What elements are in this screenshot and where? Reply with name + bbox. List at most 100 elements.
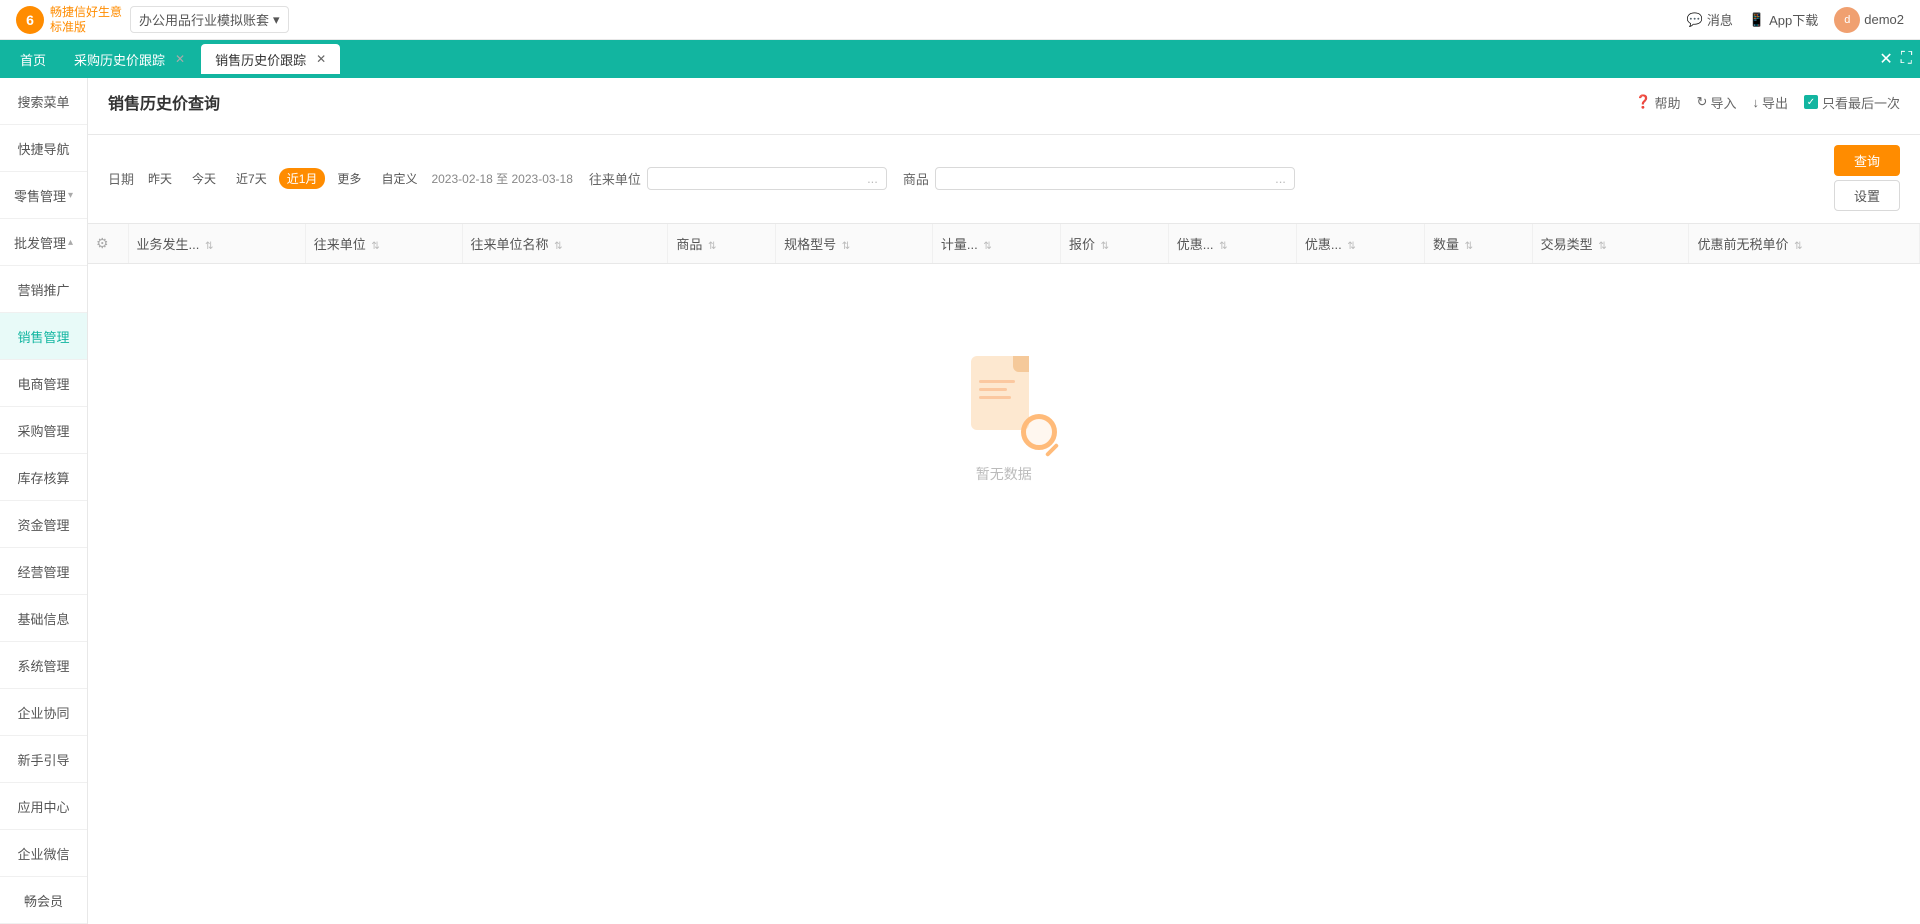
th-spec[interactable]: 规格型号 ⇅ bbox=[776, 224, 933, 264]
sidebar-item-purchase-mgmt[interactable]: 采购管理 bbox=[0, 407, 87, 454]
sidebar-label-enterprise: 企业协同 bbox=[17, 703, 69, 722]
sidebar-item-inventory[interactable]: 库存核算 bbox=[0, 454, 87, 501]
th-trade-type-label: 交易类型 bbox=[1541, 237, 1593, 252]
sidebar-item-ecommerce[interactable]: 电商管理 bbox=[0, 360, 87, 407]
th-quote[interactable]: 报价 ⇅ bbox=[1061, 224, 1169, 264]
help-btn[interactable]: ❓ 帮助 bbox=[1635, 93, 1680, 112]
user-name: demo2 bbox=[1864, 12, 1904, 27]
date-btn-custom[interactable]: 自定义 bbox=[373, 168, 425, 189]
th-product[interactable]: 商品 ⇅ bbox=[668, 224, 776, 264]
product-input[interactable]: ... bbox=[935, 167, 1295, 190]
sort-icon-biz-date: ⇅ bbox=[205, 241, 213, 252]
user-profile[interactable]: d demo2 bbox=[1834, 7, 1904, 33]
sidebar-item-search-menu[interactable]: 搜索菜单 bbox=[0, 78, 87, 125]
sidebar-item-system[interactable]: 系统管理 bbox=[0, 642, 87, 689]
date-btn-yesterday[interactable]: 昨天 bbox=[140, 168, 180, 189]
setting-button[interactable]: 设置 bbox=[1834, 180, 1900, 211]
logo-text: 畅捷信好生意 标准版 bbox=[50, 5, 122, 34]
th-biz-date[interactable]: 业务发生... ⇅ bbox=[128, 224, 305, 264]
tab-sales[interactable]: 销售历史价跟踪 ✕ bbox=[201, 44, 340, 74]
wholesale-wrap: 批发管理 ▴ bbox=[14, 233, 73, 252]
import-btn[interactable]: ↻ 导入 bbox=[1697, 93, 1737, 112]
doc-line2 bbox=[979, 388, 1007, 391]
sort-icon-discount2: ⇅ bbox=[1347, 241, 1355, 252]
th-discount1-label: 优惠... bbox=[1177, 237, 1214, 252]
th-discount1[interactable]: 优惠... ⇅ bbox=[1168, 224, 1296, 264]
message-icon: 💬 bbox=[1687, 12, 1703, 28]
th-unit-label: 计量... bbox=[941, 237, 978, 252]
app-selector[interactable]: 办公用品行业模拟账套 ▾ bbox=[130, 6, 289, 33]
tab-home[interactable]: 首页 bbox=[8, 50, 58, 69]
sidebar-item-basic-info[interactable]: 基础信息 bbox=[0, 595, 87, 642]
sort-icon-spec: ⇅ bbox=[842, 241, 850, 252]
tab-sales-label: 销售历史价跟踪 bbox=[215, 50, 306, 69]
top-bar: 6 畅捷信好生意 标准版 办公用品行业模拟账套 ▾ 💬 消息 📱 App下载 d… bbox=[0, 0, 1920, 40]
sidebar-item-operation[interactable]: 经营管理 bbox=[0, 548, 87, 595]
sidebar-label-basic-info: 基础信息 bbox=[17, 609, 69, 628]
sort-icon-partner-code: ⇅ bbox=[371, 241, 379, 252]
sidebar-item-retail[interactable]: 零售管理 ▾ bbox=[0, 172, 87, 219]
chevron-down-icon: ▾ bbox=[273, 12, 280, 28]
tab-purchase-close[interactable]: ✕ bbox=[175, 52, 185, 66]
message-btn[interactable]: 💬 消息 bbox=[1687, 10, 1733, 29]
th-trade-type[interactable]: 交易类型 ⇅ bbox=[1532, 224, 1689, 264]
query-button[interactable]: 查询 bbox=[1834, 145, 1900, 176]
page-title: 销售历史价查询 bbox=[108, 90, 220, 114]
date-btn-more[interactable]: 更多 bbox=[329, 168, 369, 189]
th-pretax[interactable]: 优惠前无税单价 ⇅ bbox=[1689, 224, 1920, 264]
sidebar-item-finance[interactable]: 资金管理 bbox=[0, 501, 87, 548]
partner-filter-group: 往来单位 ... bbox=[589, 167, 887, 190]
th-qty[interactable]: 数量 ⇅ bbox=[1424, 224, 1532, 264]
th-unit[interactable]: 计量... ⇅ bbox=[932, 224, 1060, 264]
sort-icon-partner-name: ⇅ bbox=[554, 241, 562, 252]
sidebar-item-wholesale[interactable]: 批发管理 ▴ bbox=[0, 219, 87, 266]
export-btn[interactable]: ↓ 导出 bbox=[1752, 93, 1788, 112]
date-btn-today[interactable]: 今天 bbox=[184, 168, 224, 189]
sidebar-item-wechat[interactable]: 企业微信 bbox=[0, 830, 87, 877]
th-spec-label: 规格型号 bbox=[784, 237, 836, 252]
tab-fullscreen-btn[interactable]: ⛶ bbox=[1901, 50, 1912, 68]
date-filter-group: 日期 昨天 今天 近7天 近1月 更多 自定义 2023-02-18 至 202… bbox=[108, 168, 573, 189]
table-header-row: ⚙ 业务发生... ⇅ 往来单位 ⇅ 往来单位名称 ⇅ bbox=[88, 224, 1920, 264]
sidebar-item-vip[interactable]: 畅会员 bbox=[0, 877, 87, 924]
app-download-btn[interactable]: 📱 App下载 bbox=[1749, 10, 1818, 29]
gear-icon[interactable]: ⚙ bbox=[96, 235, 109, 251]
sidebar-item-sales-mgmt[interactable]: 销售管理 bbox=[0, 313, 87, 360]
product-filter-group: 商品 ... bbox=[903, 167, 1295, 190]
import-icon: ↻ bbox=[1697, 94, 1708, 110]
sidebar-item-quick-nav[interactable]: 快捷导航 bbox=[0, 125, 87, 172]
sidebar-label-sales-mgmt: 销售管理 bbox=[17, 327, 69, 346]
sidebar-label-quick-nav: 快捷导航 bbox=[17, 139, 69, 158]
tab-close-all-btn[interactable]: ✕ bbox=[1879, 49, 1892, 69]
sidebar-label-system: 系统管理 bbox=[17, 656, 69, 675]
tab-sales-close[interactable]: ✕ bbox=[316, 52, 326, 66]
product-label: 商品 bbox=[903, 169, 929, 188]
magnify-circle bbox=[1021, 414, 1057, 450]
th-partner-name[interactable]: 往来单位名称 ⇅ bbox=[462, 224, 668, 264]
tab-bar-right: ✕ ⛶ bbox=[1879, 49, 1912, 69]
tab-purchase[interactable]: 采购历史价跟踪 ✕ bbox=[60, 44, 199, 74]
sidebar-item-app-center[interactable]: 应用中心 bbox=[0, 783, 87, 830]
import-label: 导入 bbox=[1710, 93, 1736, 112]
filter-row: 日期 昨天 今天 近7天 近1月 更多 自定义 2023-02-18 至 202… bbox=[108, 145, 1900, 211]
sort-icon-pretax: ⇅ bbox=[1794, 241, 1802, 252]
header-actions: ❓ 帮助 ↻ 导入 ↓ 导出 ✓ 只看最后一次 bbox=[1635, 93, 1900, 112]
sort-icon-trade-type: ⇅ bbox=[1598, 241, 1606, 252]
th-partner-code-label: 往来单位 bbox=[314, 237, 366, 252]
th-biz-date-label: 业务发生... bbox=[137, 237, 200, 252]
sidebar-label-inventory: 库存核算 bbox=[17, 468, 69, 487]
partner-input[interactable]: ... bbox=[647, 167, 887, 190]
page-header-top: 销售历史价查询 ❓ 帮助 ↻ 导入 ↓ 导出 ✓ bbox=[108, 90, 1900, 114]
sidebar-item-newbie[interactable]: 新手引导 bbox=[0, 736, 87, 783]
sidebar-item-marketing[interactable]: 营销推广 bbox=[0, 266, 87, 313]
sidebar-item-enterprise[interactable]: 企业协同 bbox=[0, 689, 87, 736]
message-label: 消息 bbox=[1707, 10, 1733, 29]
th-discount2[interactable]: 优惠... ⇅ bbox=[1296, 224, 1424, 264]
date-btn-7days[interactable]: 近7天 bbox=[228, 168, 275, 189]
sidebar-label-wholesale: 批发管理 bbox=[14, 233, 66, 252]
th-partner-code[interactable]: 往来单位 ⇅ bbox=[305, 224, 462, 264]
date-btn-1month[interactable]: 近1月 bbox=[279, 168, 326, 189]
home-label: 首页 bbox=[20, 53, 46, 68]
only-last-label: 只看最后一次 bbox=[1822, 93, 1900, 112]
only-last-checkbox[interactable]: ✓ 只看最后一次 bbox=[1804, 93, 1900, 112]
